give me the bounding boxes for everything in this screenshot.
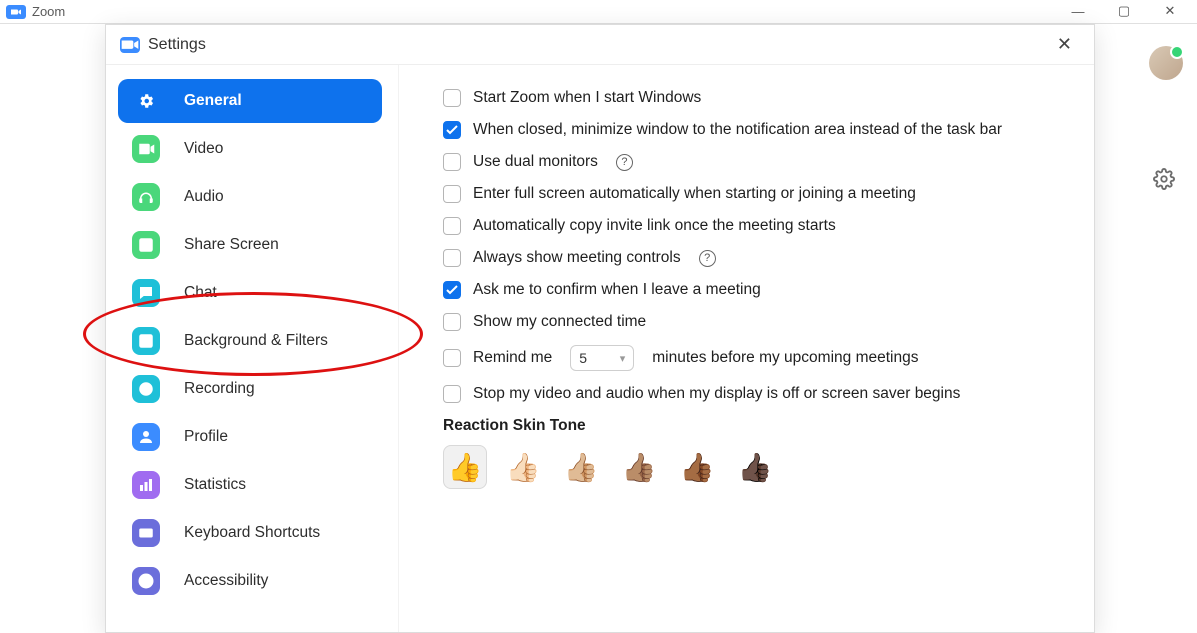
settings-modal: Settings ✕ General Video Audio Share Screen…	[105, 24, 1095, 633]
label: Automatically copy invite link once the …	[473, 217, 836, 235]
sidebar-item-video[interactable]: Video	[118, 127, 382, 171]
sidebar-icon	[132, 135, 160, 163]
checkbox-minimize-tray[interactable]	[443, 121, 461, 139]
settings-content: Start Zoom when I start Windows When clo…	[399, 65, 1094, 632]
sidebar-label: Share Screen	[184, 236, 279, 254]
sidebar-label: Audio	[184, 188, 224, 206]
skin-tone-1[interactable]: 👍🏻	[501, 445, 545, 489]
close-icon[interactable]: ✕	[1049, 30, 1080, 59]
checkbox-remind[interactable]	[443, 349, 461, 367]
sidebar-label: General	[184, 92, 242, 110]
sidebar-label: Chat	[184, 284, 217, 302]
checkbox-always-controls[interactable]	[443, 249, 461, 267]
sidebar-item-audio[interactable]: Audio	[118, 175, 382, 219]
sidebar-label: Statistics	[184, 476, 246, 494]
app-titlebar: Zoom — ▢ ✕	[0, 0, 1197, 24]
help-icon[interactable]: ?	[616, 154, 633, 171]
sidebar-icon	[132, 327, 160, 355]
sidebar-item-accessibility[interactable]: Accessibility	[118, 559, 382, 603]
checkbox-confirm-leave[interactable]	[443, 281, 461, 299]
gear-icon[interactable]	[1153, 168, 1175, 195]
modal-title: Settings	[148, 36, 206, 54]
reaction-heading: Reaction Skin Tone	[443, 417, 1056, 435]
checkbox-dual-monitors[interactable]	[443, 153, 461, 171]
sidebar-item-share-screen[interactable]: Share Screen	[118, 223, 382, 267]
sidebar-item-background-filters[interactable]: Background & Filters	[118, 319, 382, 363]
chevron-down-icon: ▾	[620, 352, 626, 365]
remind-prefix: Remind me	[473, 349, 552, 367]
help-icon[interactable]: ?	[699, 250, 716, 267]
close-button[interactable]: ✕	[1147, 0, 1193, 22]
sidebar-icon	[132, 567, 160, 595]
sidebar-item-keyboard-shortcuts[interactable]: Keyboard Shortcuts	[118, 511, 382, 555]
sidebar-label: Profile	[184, 428, 228, 446]
checkbox-start-windows[interactable]	[443, 89, 461, 107]
skin-tone-0[interactable]: 👍	[443, 445, 487, 489]
sidebar-item-statistics[interactable]: Statistics	[118, 463, 382, 507]
label: Show my connected time	[473, 313, 646, 331]
checkbox-copy-invite[interactable]	[443, 217, 461, 235]
app-title: Zoom	[32, 4, 65, 19]
sidebar-item-general[interactable]: General	[118, 79, 382, 123]
skin-tone-row: 👍 👍🏻 👍🏼 👍🏽 👍🏾 👍🏿	[443, 445, 1056, 489]
checkbox-stop-on-sleep[interactable]	[443, 385, 461, 403]
label: Use dual monitors	[473, 153, 598, 171]
checkbox-fullscreen-join[interactable]	[443, 185, 461, 203]
skin-tone-2[interactable]: 👍🏼	[559, 445, 603, 489]
checkbox-connected-time[interactable]	[443, 313, 461, 331]
settings-sidebar: General Video Audio Share Screen Chat Backgro…	[106, 65, 399, 632]
label: Ask me to confirm when I leave a meeting	[473, 281, 761, 299]
remind-minutes-select[interactable]: 5▾	[570, 345, 634, 371]
sidebar-icon	[132, 519, 160, 547]
label: Start Zoom when I start Windows	[473, 89, 701, 107]
sidebar-item-recording[interactable]: Recording	[118, 367, 382, 411]
zoom-logo-icon	[120, 37, 140, 53]
sidebar-icon	[132, 87, 160, 115]
label: Stop my video and audio when my display …	[473, 385, 960, 403]
sidebar-item-profile[interactable]: Profile	[118, 415, 382, 459]
sidebar-icon	[132, 279, 160, 307]
zoom-logo-icon	[6, 5, 26, 19]
skin-tone-4[interactable]: 👍🏾	[675, 445, 719, 489]
sidebar-item-chat[interactable]: Chat	[118, 271, 382, 315]
remind-value: 5	[579, 350, 587, 366]
maximize-button[interactable]: ▢	[1101, 0, 1147, 22]
minimize-button[interactable]: —	[1055, 0, 1101, 22]
sidebar-label: Recording	[184, 380, 255, 398]
sidebar-icon	[132, 231, 160, 259]
sidebar-label: Video	[184, 140, 223, 158]
skin-tone-3[interactable]: 👍🏽	[617, 445, 661, 489]
label: Enter full screen automatically when sta…	[473, 185, 916, 203]
skin-tone-5[interactable]: 👍🏿	[733, 445, 777, 489]
sidebar-icon	[132, 183, 160, 211]
label: When closed, minimize window to the noti…	[473, 121, 1002, 139]
remind-suffix: minutes before my upcoming meetings	[652, 349, 918, 367]
label: Always show meeting controls	[473, 249, 681, 267]
sidebar-icon	[132, 423, 160, 451]
sidebar-label: Accessibility	[184, 572, 268, 590]
avatar[interactable]	[1149, 46, 1183, 80]
sidebar-label: Keyboard Shortcuts	[184, 524, 320, 542]
sidebar-icon	[132, 471, 160, 499]
sidebar-label: Background & Filters	[184, 332, 328, 350]
sidebar-icon	[132, 375, 160, 403]
